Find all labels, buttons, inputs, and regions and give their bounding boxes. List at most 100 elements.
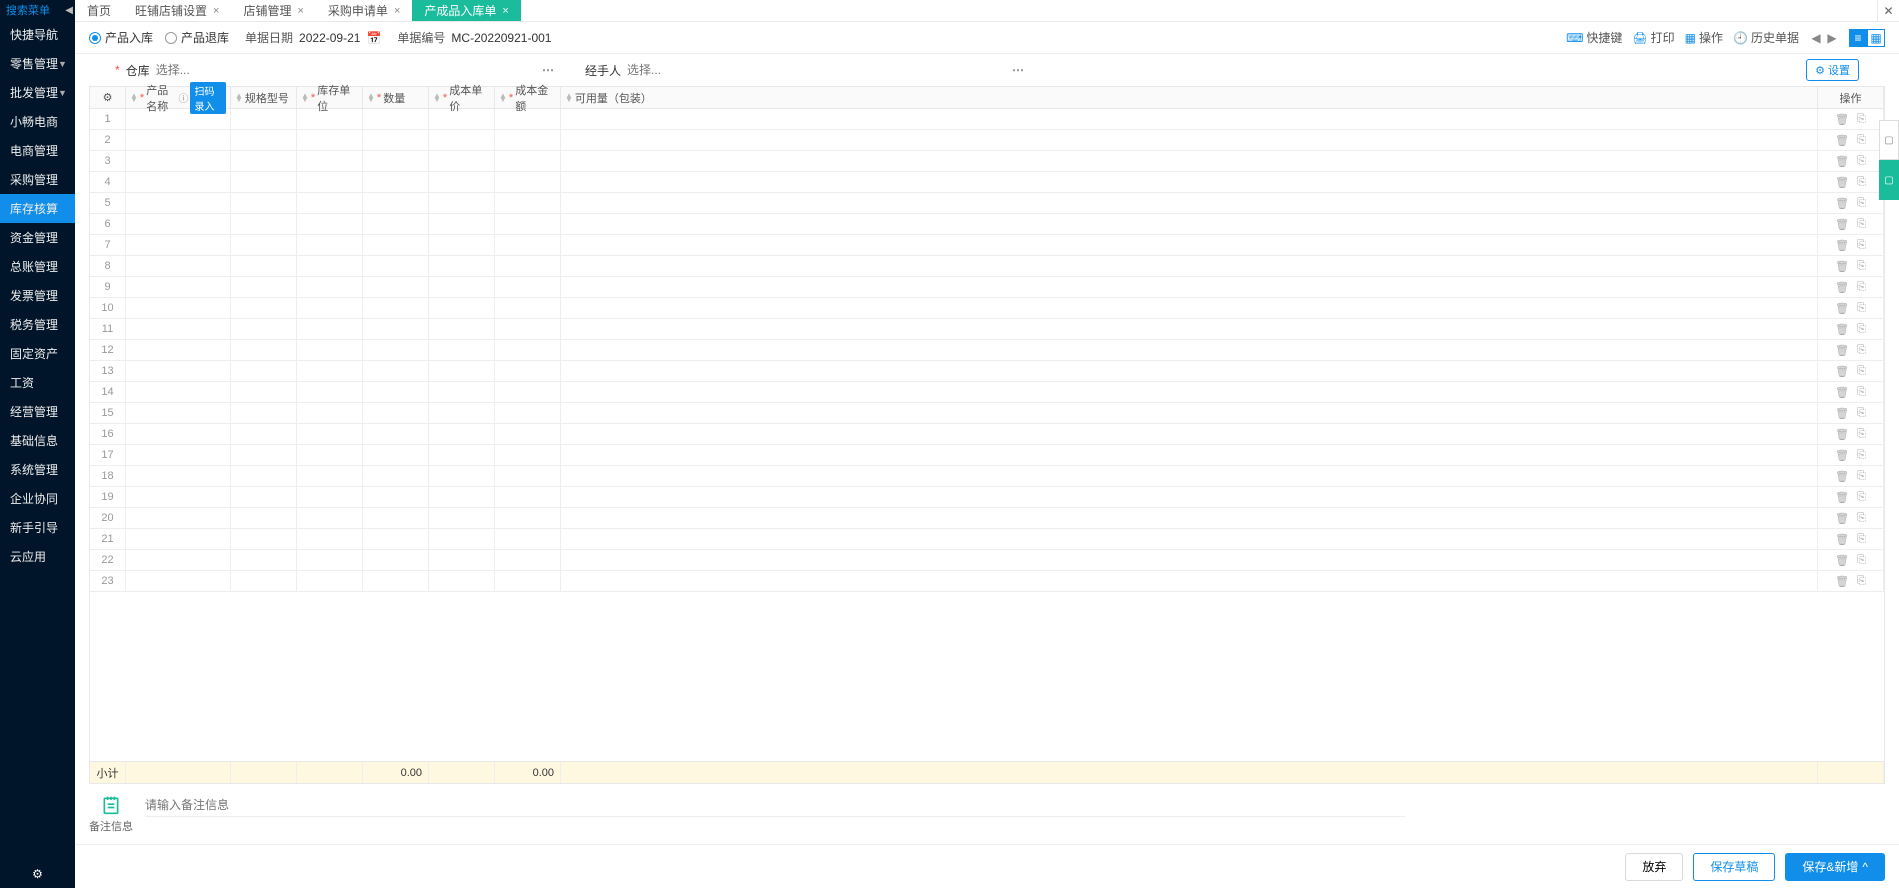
next-icon[interactable]: ▶ [1825,31,1839,45]
delete-icon[interactable]: 🗑 [1835,512,1849,525]
delete-icon[interactable]: 🗑 [1835,113,1849,126]
delete-icon[interactable]: 🗑 [1835,365,1849,378]
sidebar-item[interactable]: 采购管理 [0,165,75,194]
col-price[interactable]: ▲▼*成本单价 [429,87,495,108]
table-row[interactable]: 5🗑⎘ [90,193,1884,214]
view-list[interactable]: ≡ [1849,29,1867,47]
copy-icon[interactable]: ⎘ [1857,512,1866,525]
delete-icon[interactable]: 🗑 [1835,323,1849,336]
discard-button[interactable]: 放弃 [1625,853,1683,881]
delete-icon[interactable]: 🗑 [1835,239,1849,252]
sidebar-item[interactable]: 总账管理 [0,252,75,281]
table-row[interactable]: 2🗑⎘ [90,130,1884,151]
delete-icon[interactable]: 🗑 [1835,134,1849,147]
col-unit[interactable]: ▲▼*库存单位 [297,87,363,108]
table-row[interactable]: 12🗑⎘ [90,340,1884,361]
table-row[interactable]: 15🗑⎘ [90,403,1884,424]
delete-icon[interactable]: 🗑 [1835,155,1849,168]
close-icon[interactable]: × [213,5,219,17]
table-row[interactable]: 4🗑⎘ [90,172,1884,193]
delete-icon[interactable]: 🗑 [1835,491,1849,504]
save-draft-button[interactable]: 保存草稿 [1693,853,1775,881]
delete-icon[interactable]: 🗑 [1835,470,1849,483]
sidebar-item[interactable]: 新手引导 [0,513,75,542]
side-tab-1[interactable]: ▢ [1879,120,1899,160]
delete-icon[interactable]: 🗑 [1835,176,1849,189]
copy-icon[interactable]: ⎘ [1857,533,1866,546]
copy-icon[interactable]: ⎘ [1857,365,1866,378]
col-available[interactable]: ▲▼可用量（包装） [561,87,1818,108]
sidebar-item[interactable]: 企业协同 [0,484,75,513]
sidebar-item[interactable]: 基础信息 [0,426,75,455]
print-button[interactable]: 🖨打印 [1632,29,1674,46]
sidebar-item[interactable]: 系统管理 [0,455,75,484]
sidebar-item[interactable]: 发票管理 [0,281,75,310]
delete-icon[interactable]: 🗑 [1835,197,1849,210]
copy-icon[interactable]: ⎘ [1857,323,1866,336]
col-spec[interactable]: ▲▼规格型号 [231,87,297,108]
copy-icon[interactable]: ⎘ [1857,281,1866,294]
delete-icon[interactable]: 🗑 [1835,449,1849,462]
copy-icon[interactable]: ⎘ [1857,260,1866,273]
close-all-tabs[interactable]: ✕ [1877,0,1899,22]
shortcut-button[interactable]: ⌨快捷键 [1566,29,1622,46]
remark-input[interactable] [145,794,1405,817]
table-row[interactable]: 17🗑⎘ [90,445,1884,466]
table-row[interactable]: 10🗑⎘ [90,298,1884,319]
tab[interactable]: 旺铺店铺设置× [123,0,231,21]
table-row[interactable]: 3🗑⎘ [90,151,1884,172]
copy-icon[interactable]: ⎘ [1857,386,1866,399]
copy-icon[interactable]: ⎘ [1857,302,1866,315]
scan-badge[interactable]: 扫码录入 [190,82,226,114]
delete-icon[interactable]: 🗑 [1835,554,1849,567]
delete-icon[interactable]: 🗑 [1835,260,1849,273]
sidebar-item[interactable]: 快捷导航 [0,20,75,49]
history-button[interactable]: 🕘历史单据 [1733,29,1799,46]
radio-product-in[interactable]: 产品入库 [89,29,153,46]
col-qty[interactable]: ▲▼*数量 [363,87,429,108]
settings-button[interactable]: ⚙ 设置 [1806,59,1859,81]
delete-icon[interactable]: 🗑 [1835,386,1849,399]
copy-icon[interactable]: ⎘ [1857,491,1866,504]
warehouse-filter[interactable]: * 仓库 ⋯ [115,62,555,79]
view-grid[interactable]: ▦ [1867,29,1885,47]
table-row[interactable]: 22🗑⎘ [90,550,1884,571]
handler-filter[interactable]: 经手人 ⋯ [585,62,1025,79]
col-product-name[interactable]: ▲▼ * 产品名称 ⓘ 扫码录入 [126,87,231,108]
table-row[interactable]: 16🗑⎘ [90,424,1884,445]
doc-date-field[interactable]: 单据日期 2022-09-21 📅 [245,29,381,46]
delete-icon[interactable]: 🗑 [1835,344,1849,357]
copy-icon[interactable]: ⎘ [1857,575,1866,588]
copy-icon[interactable]: ⎘ [1857,470,1866,483]
tab[interactable]: 产成品入库单× [412,0,520,21]
delete-icon[interactable]: 🗑 [1835,218,1849,231]
copy-icon[interactable]: ⎘ [1857,344,1866,357]
sidebar-item[interactable]: 固定资产 [0,339,75,368]
sidebar-item[interactable]: 小畅电商 [0,107,75,136]
copy-icon[interactable]: ⎘ [1857,449,1866,462]
delete-icon[interactable]: 🗑 [1835,407,1849,420]
copy-icon[interactable]: ⎘ [1857,197,1866,210]
copy-icon[interactable]: ⎘ [1857,176,1866,189]
table-row[interactable]: 7🗑⎘ [90,235,1884,256]
copy-icon[interactable]: ⎘ [1857,554,1866,567]
sidebar-item[interactable]: 税务管理 [0,310,75,339]
handler-input[interactable] [627,63,1006,77]
table-row[interactable]: 23🗑⎘ [90,571,1884,592]
sidebar-item[interactable]: 电商管理 [0,136,75,165]
close-icon[interactable]: × [394,5,400,17]
delete-icon[interactable]: 🗑 [1835,281,1849,294]
table-row[interactable]: 11🗑⎘ [90,319,1884,340]
copy-icon[interactable]: ⎘ [1857,155,1866,168]
side-tab-2[interactable]: ▢ [1879,160,1899,200]
sidebar-item[interactable]: 云应用 [0,542,75,571]
delete-icon[interactable]: 🗑 [1835,428,1849,441]
tab[interactable]: 首页 [75,0,123,21]
sidebar-search[interactable]: 搜索菜单 ◀ [0,0,75,20]
delete-icon[interactable]: 🗑 [1835,575,1849,588]
table-row[interactable]: 21🗑⎘ [90,529,1884,550]
close-icon[interactable]: × [502,5,508,17]
table-row[interactable]: 14🗑⎘ [90,382,1884,403]
sidebar-item[interactable]: 工资 [0,368,75,397]
copy-icon[interactable]: ⎘ [1857,113,1866,126]
